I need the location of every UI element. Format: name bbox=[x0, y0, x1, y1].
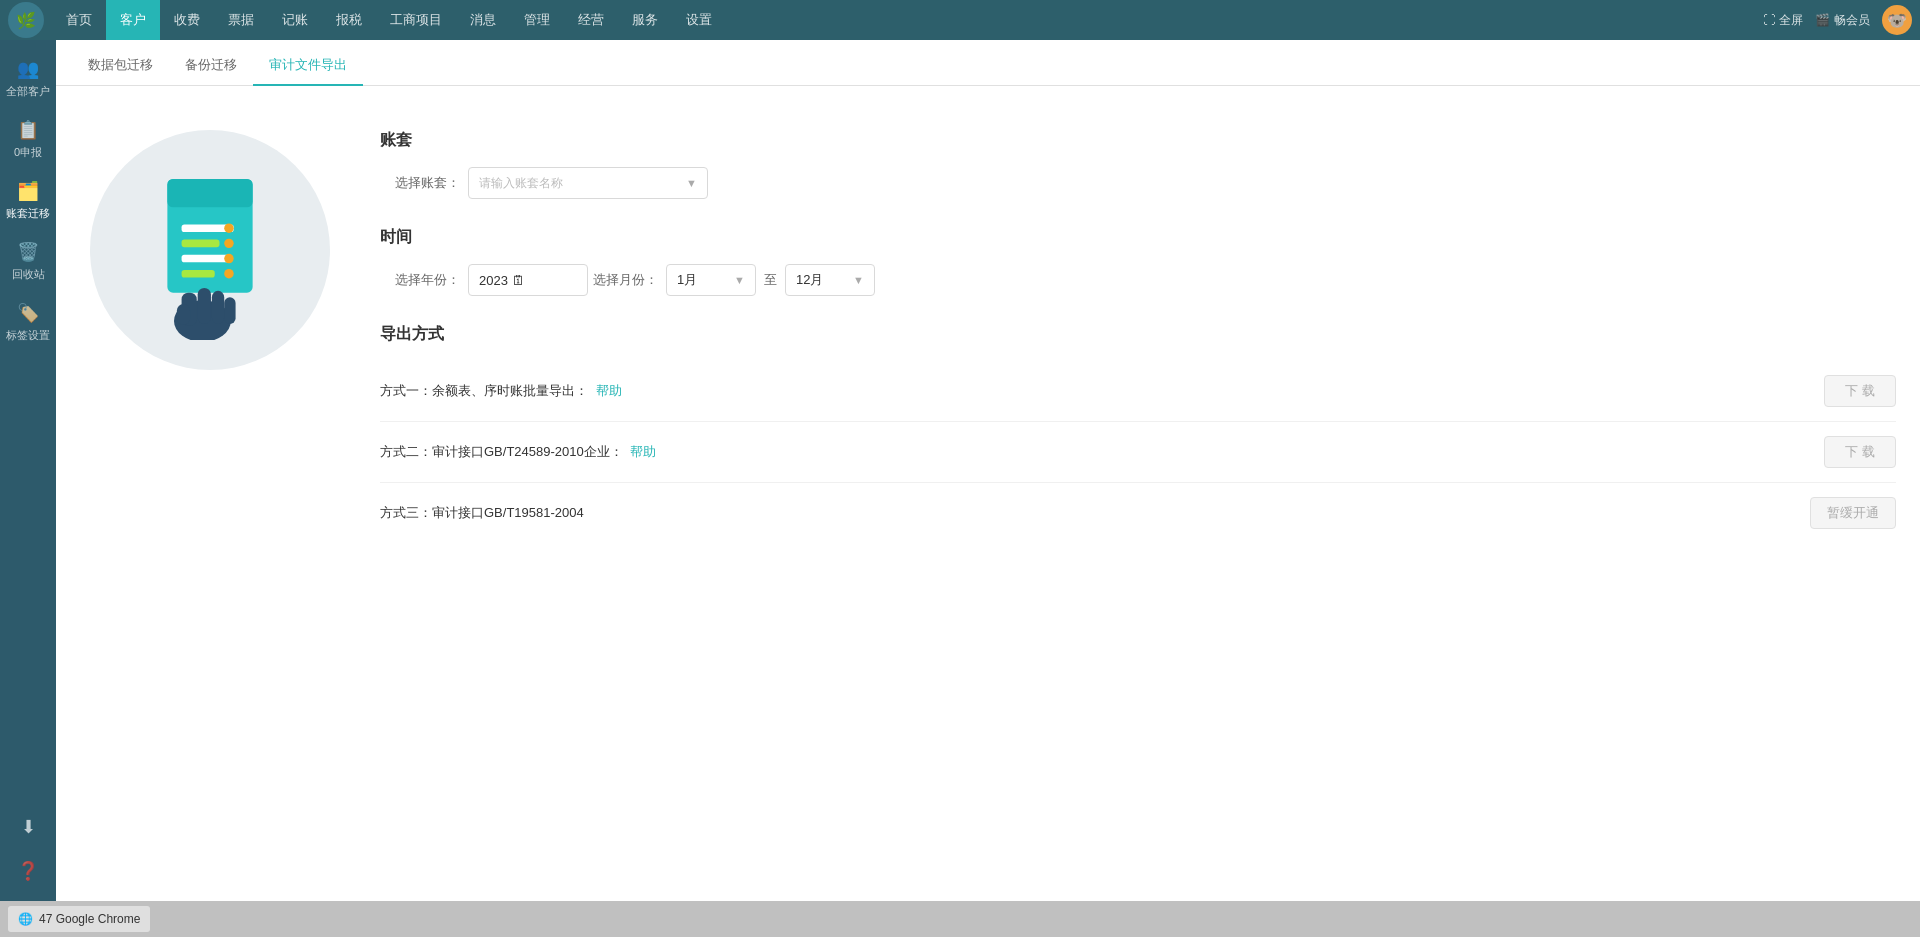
illustration-area bbox=[80, 110, 340, 370]
zero-declaration-icon: 📋 bbox=[17, 119, 39, 141]
tab-backup-migration[interactable]: 备份迁移 bbox=[169, 44, 253, 86]
svg-rect-15 bbox=[177, 304, 190, 325]
tab-bar: 数据包迁移 备份迁移 审计文件导出 bbox=[56, 40, 1920, 86]
sidebar-item-zero-declaration[interactable]: 📋 0申报 bbox=[0, 109, 56, 170]
method-2-help-link[interactable]: 帮助 bbox=[630, 444, 656, 459]
account-select-dropdown[interactable]: 请输入账套名称 ▼ bbox=[468, 167, 708, 199]
year-input[interactable]: 2023 🗓 bbox=[468, 264, 588, 296]
year-label: 选择年份： bbox=[380, 271, 460, 289]
account-select-placeholder: 请输入账套名称 bbox=[479, 175, 563, 192]
sidebar-item-recycle[interactable]: 🗑️ 回收站 bbox=[0, 231, 56, 292]
taskbar: 🌐 47 Google Chrome bbox=[0, 901, 1920, 937]
svg-rect-3 bbox=[182, 240, 220, 248]
sidebar-help-icon[interactable]: ❓ bbox=[10, 853, 46, 889]
nav-item-settings[interactable]: 设置 bbox=[672, 0, 726, 40]
export-method-2: 方式二：审计接口GB/T24589-2010企业： 帮助 下 载 bbox=[380, 422, 1896, 483]
sidebar-download-icon[interactable]: ⬇ bbox=[10, 809, 46, 845]
time-separator: 至 bbox=[764, 271, 777, 289]
svg-rect-14 bbox=[224, 297, 235, 324]
nav-item-business[interactable]: 工商项目 bbox=[376, 0, 456, 40]
fullscreen-button[interactable]: ⛶ 全屏 bbox=[1763, 12, 1803, 29]
month-end-chevron-icon: ▼ bbox=[853, 274, 864, 286]
time-row: 选择年份： 2023 🗓 选择月份： 1月 ▼ 至 12月 ▼ bbox=[380, 264, 1896, 296]
export-section-title: 导出方式 bbox=[380, 324, 1896, 345]
page-content: 账套 选择账套： 请输入账套名称 ▼ 时间 选择年份： 2023 🗓 bbox=[56, 86, 1920, 901]
svg-point-6 bbox=[224, 223, 233, 232]
account-select-row: 选择账套： 请输入账套名称 ▼ bbox=[380, 167, 1896, 199]
recycle-icon: 🗑️ bbox=[17, 241, 39, 263]
nav-item-operation[interactable]: 经营 bbox=[564, 0, 618, 40]
svg-rect-4 bbox=[182, 255, 229, 263]
form-area: 账套 选择账套： 请输入账套名称 ▼ 时间 选择年份： 2023 🗓 bbox=[380, 110, 1896, 543]
audit-illustration bbox=[130, 160, 290, 340]
sidebar-item-all-customers[interactable]: 👥 全部客户 bbox=[0, 48, 56, 109]
app-logo: 🌿 bbox=[8, 2, 44, 38]
sidebar-bottom: ⬇ ❓ bbox=[10, 809, 46, 901]
nav-item-tax[interactable]: 报税 bbox=[322, 0, 376, 40]
all-customers-icon: 👥 bbox=[17, 58, 39, 80]
nav-item-fee[interactable]: 收费 bbox=[160, 0, 214, 40]
chevron-down-icon: ▼ bbox=[686, 177, 697, 189]
content-area: 数据包迁移 备份迁移 审计文件导出 bbox=[56, 40, 1920, 901]
svg-rect-1 bbox=[167, 179, 252, 207]
tab-audit-export[interactable]: 审计文件导出 bbox=[253, 44, 363, 86]
month-start-chevron-icon: ▼ bbox=[734, 274, 745, 286]
chrome-icon: 🌐 bbox=[18, 912, 33, 926]
method-1-label: 方式一：余额表、序时账批量导出： 帮助 bbox=[380, 382, 622, 400]
user-avatar[interactable]: 🐨 bbox=[1882, 5, 1912, 35]
nav-item-service[interactable]: 服务 bbox=[618, 0, 672, 40]
main-layout: 👥 全部客户 📋 0申报 🗂️ 账套迁移 🗑️ 回收站 🏷️ 标签设置 ⬇ ❓ bbox=[0, 40, 1920, 901]
nav-item-invoice[interactable]: 票据 bbox=[214, 0, 268, 40]
month-start-select[interactable]: 1月 ▼ bbox=[666, 264, 756, 296]
nav-item-bookkeeping[interactable]: 记账 bbox=[268, 0, 322, 40]
nav-item-home[interactable]: 首页 bbox=[52, 0, 106, 40]
svg-rect-13 bbox=[212, 291, 224, 324]
time-section-title: 时间 bbox=[380, 227, 1896, 248]
month-end-select[interactable]: 12月 ▼ bbox=[785, 264, 875, 296]
account-section-title: 账套 bbox=[380, 130, 1896, 151]
export-method-1: 方式一：余额表、序时账批量导出： 帮助 下 载 bbox=[380, 361, 1896, 422]
method-3-label: 方式三：审计接口GB/T19581-2004 bbox=[380, 504, 584, 522]
svg-rect-5 bbox=[182, 270, 215, 278]
tag-settings-icon: 🏷️ bbox=[17, 302, 39, 324]
method-3-open-button[interactable]: 暂缓开通 bbox=[1810, 497, 1896, 529]
method-1-download-button[interactable]: 下 载 bbox=[1824, 375, 1896, 407]
sidebar-item-tag-settings[interactable]: 🏷️ 标签设置 bbox=[0, 292, 56, 353]
top-nav-right: ⛶ 全屏 🎬 畅会员 🐨 bbox=[1763, 5, 1912, 35]
logo-icon: 🌿 bbox=[16, 11, 36, 30]
export-method-3: 方式三：审计接口GB/T19581-2004 暂缓开通 bbox=[380, 483, 1896, 543]
sidebar-item-account-migration[interactable]: 🗂️ 账套迁移 bbox=[0, 170, 56, 231]
nav-item-message[interactable]: 消息 bbox=[456, 0, 510, 40]
taskbar-chrome[interactable]: 🌐 47 Google Chrome bbox=[8, 906, 150, 932]
top-navigation: 🌿 首页 客户 收费 票据 记账 报税 工商项目 消息 管理 经营 bbox=[0, 0, 1920, 40]
tab-data-migration[interactable]: 数据包迁移 bbox=[72, 44, 169, 86]
nav-item-customer[interactable]: 客户 bbox=[106, 0, 160, 40]
vip-button[interactable]: 🎬 畅会员 bbox=[1815, 12, 1870, 29]
svg-point-7 bbox=[224, 239, 233, 248]
svg-point-9 bbox=[224, 269, 233, 278]
nav-item-manage[interactable]: 管理 bbox=[510, 0, 564, 40]
nav-items: 首页 客户 收费 票据 记账 报税 工商项目 消息 管理 经营 服务 bbox=[52, 0, 1763, 40]
method-2-label: 方式二：审计接口GB/T24589-2010企业： 帮助 bbox=[380, 443, 656, 461]
method-1-help-link[interactable]: 帮助 bbox=[596, 383, 622, 398]
illustration-circle bbox=[90, 130, 330, 370]
method-2-download-button[interactable]: 下 载 bbox=[1824, 436, 1896, 468]
left-sidebar: 👥 全部客户 📋 0申报 🗂️ 账套迁移 🗑️ 回收站 🏷️ 标签设置 ⬇ ❓ bbox=[0, 40, 56, 901]
svg-point-8 bbox=[224, 254, 233, 263]
month-label: 选择月份： bbox=[588, 271, 658, 289]
svg-rect-12 bbox=[198, 288, 211, 324]
account-select-label: 选择账套： bbox=[380, 174, 460, 192]
account-migration-icon: 🗂️ bbox=[17, 180, 39, 202]
